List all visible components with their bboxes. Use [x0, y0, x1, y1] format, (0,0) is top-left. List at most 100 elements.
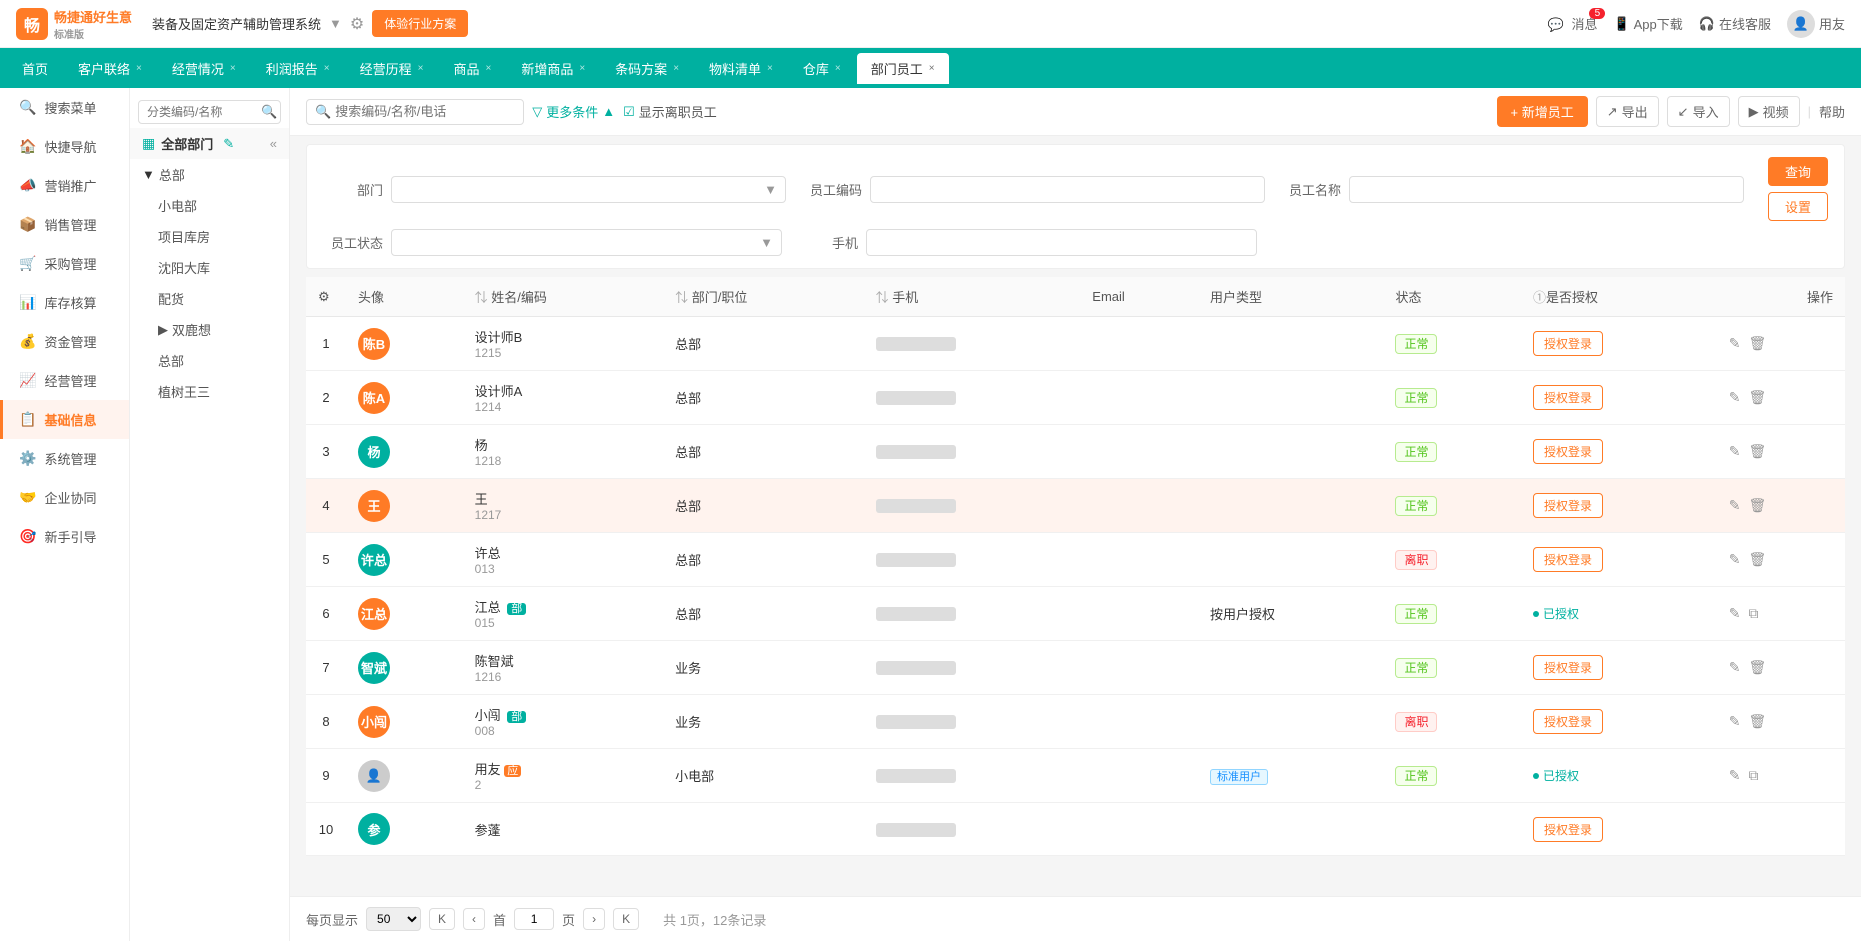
dept-item-shenyang[interactable]: 沈阳大库 [130, 252, 289, 283]
delete-icon[interactable]: 🗑 [1749, 389, 1767, 406]
close-icon[interactable]: × [579, 63, 585, 74]
tab-history[interactable]: 经营历程 × [346, 53, 438, 84]
close-icon[interactable]: × [324, 63, 330, 74]
dept-item-shuanglu[interactable]: ▶ 双鹿想 [130, 314, 289, 345]
tab-add-goods[interactable]: 新增商品 × [507, 53, 599, 84]
delete-icon[interactable]: 🗑 [1749, 443, 1767, 460]
dept-select[interactable]: ▼ [391, 176, 786, 203]
edit-icon[interactable]: ✎ [1729, 605, 1741, 622]
sidebar-item-biz[interactable]: 📈 经营管理 [0, 361, 129, 400]
auth-btn[interactable]: 授权登录 [1533, 493, 1603, 518]
sidebar-item-finance[interactable]: 💰 资金管理 [0, 322, 129, 361]
dept-item-zhishu[interactable]: 植树王三 [130, 376, 289, 407]
sidebar-item-nav[interactable]: 🏠 快捷导航 [0, 127, 129, 166]
app-download-btn[interactable]: 📱 App下载 [1613, 14, 1682, 33]
edit-icon[interactable]: ✎ [1729, 443, 1741, 460]
col-name-code[interactable]: ⇅ 姓名/编码 [463, 277, 664, 317]
sidebar-item-collab[interactable]: 🤝 企业协同 [0, 478, 129, 517]
settings-icon[interactable]: ⚙ [350, 14, 364, 34]
col-settings[interactable]: ⚙ [306, 277, 346, 317]
auth-btn[interactable]: 授权登录 [1533, 385, 1603, 410]
col-dept-pos[interactable]: ⇅ 部门/职位 [663, 277, 864, 317]
sidebar-item-marketing[interactable]: 📣 营销推广 [0, 166, 129, 205]
delete-icon[interactable]: 🗑 [1749, 659, 1767, 676]
close-icon[interactable]: × [136, 63, 142, 74]
auth-btn[interactable]: 授权登录 [1533, 709, 1603, 734]
close-icon[interactable]: × [673, 63, 679, 74]
close-icon[interactable]: × [929, 63, 935, 74]
edit-icon[interactable]: ✎ [1729, 659, 1741, 676]
collapse-icon[interactable]: « [270, 136, 277, 151]
auth-btn[interactable]: 授权登录 [1533, 439, 1603, 464]
sidebar-item-inventory[interactable]: 📊 库存核算 [0, 283, 129, 322]
query-btn[interactable]: 查询 [1768, 157, 1828, 186]
edit-icon[interactable]: ✎ [1729, 497, 1741, 514]
set-btn[interactable]: 设置 [1768, 192, 1828, 221]
online-service-btn[interactable]: 🎧 在线客服 [1699, 14, 1771, 33]
last-page-btn[interactable]: K [613, 908, 639, 930]
edit-icon[interactable]: ✎ [1729, 713, 1741, 730]
more-filter-btn[interactable]: ▽ 更多条件 ▲ [532, 102, 615, 121]
close-icon[interactable]: × [418, 63, 424, 74]
phone-input[interactable] [866, 229, 1257, 256]
tab-operation[interactable]: 经营情况 × [158, 53, 250, 84]
col-phone[interactable]: ⇅ 手机 [864, 277, 1081, 317]
user-area[interactable]: 👤 用友 [1787, 10, 1845, 38]
edit-icon[interactable]: ✎ [1729, 551, 1741, 568]
trial-btn[interactable]: 体验行业方案 [372, 10, 468, 37]
export-btn[interactable]: ↗ 导出 [1596, 96, 1659, 127]
edit-icon[interactable]: ✎ [1729, 335, 1741, 352]
dept-search-icon[interactable]: 🔍 [261, 104, 277, 120]
close-icon[interactable]: × [835, 63, 841, 74]
auth-btn[interactable]: 授权登录 [1533, 655, 1603, 680]
close-icon[interactable]: × [767, 63, 773, 74]
dept-item-peihuo[interactable]: 配货 [130, 283, 289, 314]
view-btn[interactable]: ▶ 视频 [1738, 96, 1800, 127]
tab-customer[interactable]: 客户联络 × [64, 53, 156, 84]
dept-item-zongbu[interactable]: ▼ 总部 [130, 159, 289, 190]
dept-all-header[interactable]: ▦ 全部部门 ✎ « [130, 128, 289, 159]
dept-search-input[interactable] [138, 100, 281, 124]
auth-btn[interactable]: 授权登录 [1533, 817, 1603, 842]
edit-icon[interactable]: ✎ [1729, 767, 1741, 784]
dept-item-xiangmu[interactable]: 项目库房 [130, 221, 289, 252]
search-box[interactable]: 🔍 [306, 99, 524, 125]
search-input[interactable] [335, 104, 515, 119]
page-number-input[interactable] [514, 908, 554, 930]
tab-home[interactable]: 首页 [8, 53, 62, 84]
tab-bom[interactable]: 物料清单 × [695, 53, 787, 84]
copy-icon[interactable]: ⧉ [1749, 767, 1759, 784]
page-size-select[interactable]: 50 20 100 [366, 907, 421, 931]
auth-btn[interactable]: 授权登录 [1533, 547, 1603, 572]
emp-code-input[interactable] [870, 176, 1265, 203]
tab-employees[interactable]: 部门员工 × [857, 53, 949, 84]
next-page-btn[interactable]: › [583, 908, 605, 930]
msg-button[interactable]: 💬 5 消息 [1548, 14, 1598, 33]
dept-item-zongbu2[interactable]: 总部 [130, 345, 289, 376]
emp-status-select[interactable]: ▼ [391, 229, 782, 256]
tab-warehouse[interactable]: 仓库 × [789, 53, 855, 84]
dropdown-icon[interactable]: ▼ [329, 16, 342, 31]
sidebar-item-basic[interactable]: 📋 基础信息 [0, 400, 129, 439]
sidebar-item-purchase[interactable]: 🛒 采购管理 [0, 244, 129, 283]
close-icon[interactable]: × [230, 63, 236, 74]
edit-icon[interactable]: ✎ [1729, 389, 1741, 406]
close-icon[interactable]: × [485, 63, 491, 74]
tab-barcode[interactable]: 条码方案 × [601, 53, 693, 84]
sidebar-item-guide[interactable]: 🎯 新手引导 [0, 517, 129, 556]
tab-goods[interactable]: 商品 × [439, 53, 505, 84]
edit-icon[interactable]: ✎ [223, 136, 234, 152]
tab-profit[interactable]: 利润报告 × [252, 53, 344, 84]
delete-icon[interactable]: 🗑 [1749, 497, 1767, 514]
add-employee-btn[interactable]: + 新增员工 [1497, 96, 1588, 127]
prev-page-btn[interactable]: ‹ [463, 908, 485, 930]
help-label[interactable]: 帮助 [1819, 102, 1845, 121]
emp-name-input[interactable] [1349, 176, 1744, 203]
sidebar-item-sales[interactable]: 📦 销售管理 [0, 205, 129, 244]
import-btn[interactable]: ↙ 导入 [1667, 96, 1730, 127]
delete-icon[interactable]: 🗑 [1749, 335, 1767, 352]
sidebar-item-system[interactable]: ⚙️ 系统管理 [0, 439, 129, 478]
show-resigned-toggle[interactable]: ☑ 显示离职员工 [623, 102, 717, 121]
auth-btn[interactable]: 授权登录 [1533, 331, 1603, 356]
sidebar-item-search[interactable]: 🔍 搜索菜单 [0, 88, 129, 127]
